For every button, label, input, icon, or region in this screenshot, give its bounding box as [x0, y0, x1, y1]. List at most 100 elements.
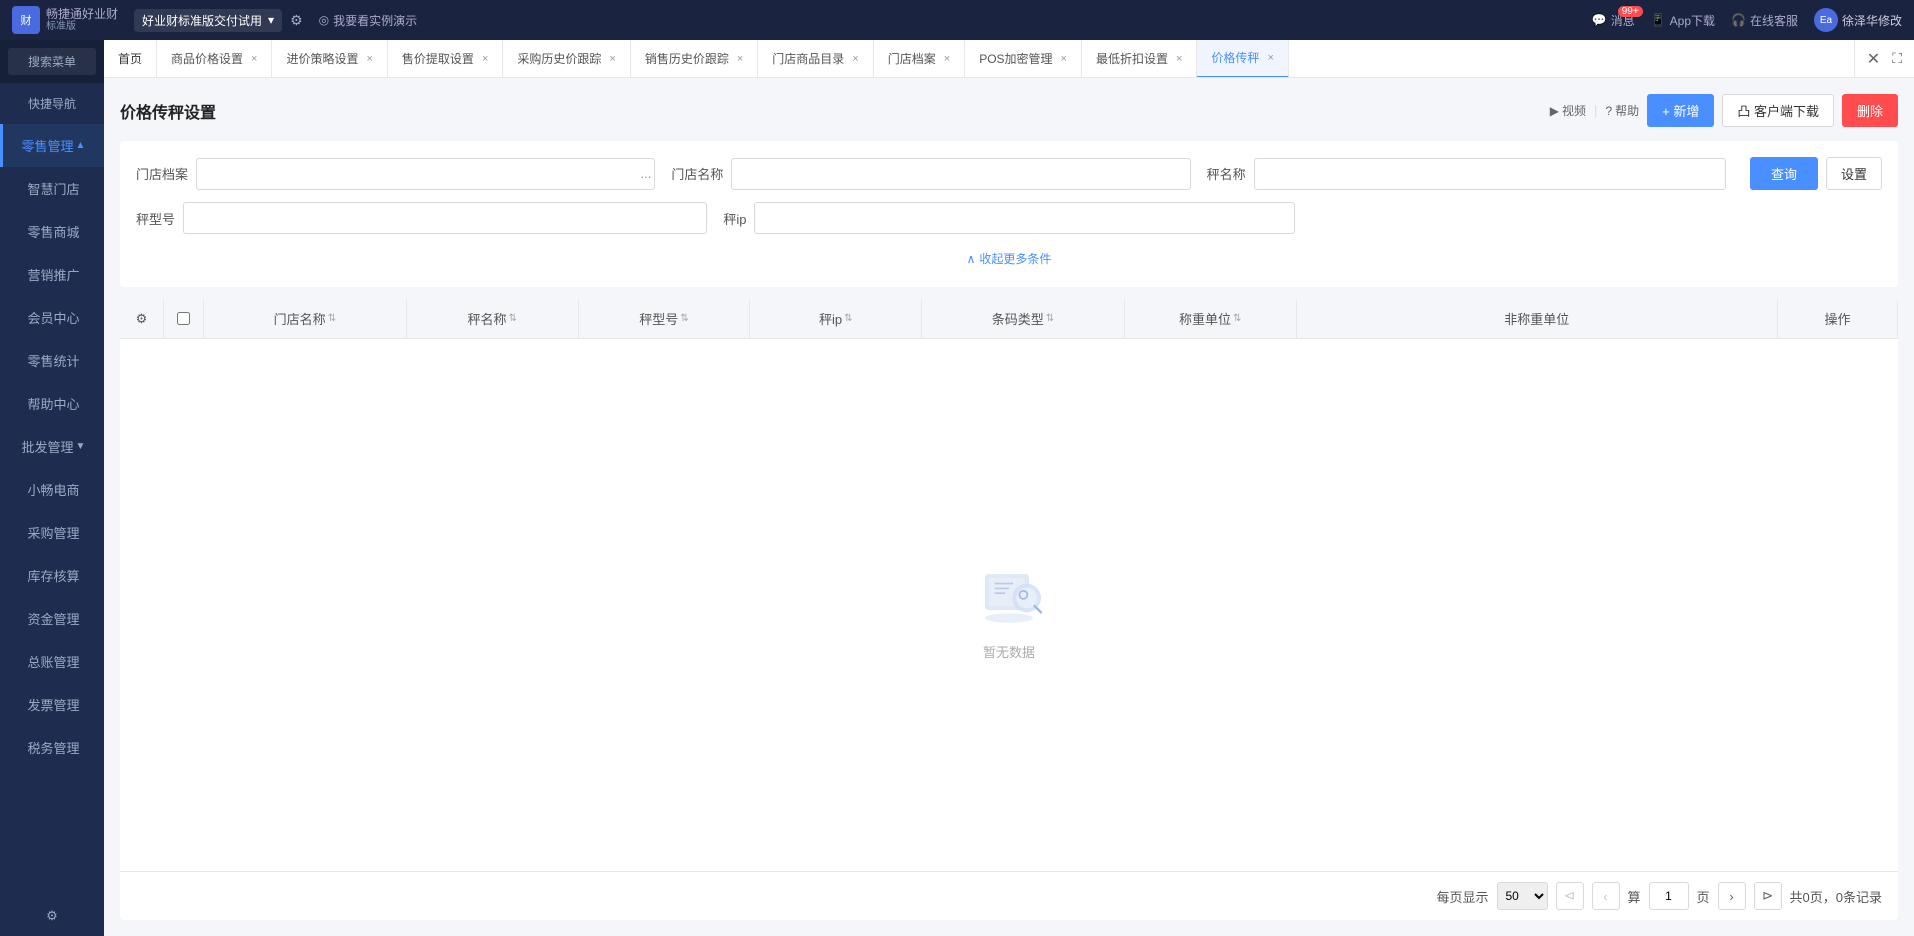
page-number-input[interactable] [1649, 882, 1689, 910]
summary-text: 共0页，0条记录 [1790, 887, 1882, 906]
content-area: 首页商品价格设置×进价策略设置×售价提取设置×采购历史价跟踪×销售历史价跟踪×门… [104, 40, 1914, 936]
sidebar-item-retail-stats[interactable]: 零售统计 [0, 339, 104, 382]
tab-sale-extract[interactable]: 售价提取设置 × [388, 40, 503, 78]
th-weight-unit[interactable]: 称重单位 ⇅ [1125, 299, 1297, 338]
delete-button[interactable]: 删除 [1842, 94, 1898, 127]
sidebar-item-help-center[interactable]: 帮助中心 [0, 382, 104, 425]
tab-close-pos-management[interactable]: × [1061, 53, 1067, 65]
settings-button[interactable]: ⚙ [290, 12, 303, 29]
maximize-button[interactable]: ⛶ [1888, 48, 1906, 69]
tab-close-commodity-price[interactable]: × [251, 53, 257, 65]
tab-min-discount[interactable]: 最低折扣设置 × [1082, 40, 1197, 78]
user-info[interactable]: Ea 徐泽华修改 [1814, 8, 1902, 32]
th-settings[interactable]: ⚙ [120, 299, 164, 338]
th-scale-ip[interactable]: 秤ip ⇅ [750, 299, 922, 338]
tab-close-store-profile[interactable]: × [944, 53, 950, 65]
version-select[interactable]: 好业财标准版交付试用 ▾ [134, 9, 282, 32]
scale-name-input[interactable] [1254, 158, 1726, 190]
sidebar-item-marketing[interactable]: 营销推广 [0, 253, 104, 296]
sidebar-item-invoice[interactable]: 发票管理 [0, 683, 104, 726]
tab-close-purchase-history[interactable]: × [609, 53, 615, 65]
last-page-button[interactable]: ⊳ [1754, 882, 1782, 910]
sidebar-item-member-center[interactable]: 会员中心 [0, 296, 104, 339]
th-checkbox[interactable] [164, 299, 204, 338]
help-link[interactable]: ? 帮助 [1605, 102, 1639, 119]
page-header: 价格传秤设置 ▶ 视频 | ? 帮助 + 新增 凸 客户端下载 删 [120, 94, 1898, 127]
tab-close-sale-extract[interactable]: × [482, 53, 488, 65]
select-all-checkbox[interactable] [177, 312, 190, 325]
th-scale-model[interactable]: 秤型号 ⇅ [579, 299, 751, 338]
tab-price-scale[interactable]: 价格传秤× [1197, 40, 1288, 78]
online-service-button[interactable]: 🎧 在线客服 [1731, 12, 1798, 29]
tab-store-profile[interactable]: 门店档案× [874, 40, 965, 78]
sidebar-item-smart-store[interactable]: 智慧门店 [0, 167, 104, 210]
sidebar-item-small-business[interactable]: 小畅电商 [0, 468, 104, 511]
demo-button[interactable]: ◎ 我要看实例演示 [319, 12, 418, 29]
tab-sale-history[interactable]: 销售历史价跟踪× [631, 40, 758, 78]
close-all-tabs-button[interactable]: ✕ [1863, 47, 1884, 71]
th-store-name[interactable]: 门店名称 ⇅ [204, 299, 407, 338]
page-label: 算 [1628, 887, 1641, 906]
tab-purchase-history[interactable]: 采购历史价跟踪× [503, 40, 630, 78]
tab-close-min-discount[interactable]: × [1176, 53, 1182, 65]
scale-ip-input[interactable] [754, 202, 1294, 234]
sidebar-nav: 零售管理▲智慧门店零售商城营销推广会员中心零售统计帮助中心批发管理▼小畅电商采购… [0, 124, 104, 769]
demo-icon: ◎ [319, 13, 329, 27]
next-page-button[interactable]: › [1718, 882, 1746, 910]
tab-close-price-scale[interactable]: × [1267, 52, 1273, 64]
scale-ip-label: 秤ip [723, 209, 746, 228]
scale-model-input[interactable] [183, 202, 707, 234]
th-ops: 操作 [1778, 299, 1898, 338]
logo-icon: 财 [12, 6, 40, 34]
video-icon: ▶ [1550, 104, 1559, 118]
tab-label-purchase-strategy: 进价策略设置 [286, 50, 358, 67]
tab-label-sale-extract: 售价提取设置 [402, 50, 474, 67]
scale-name-label: 秤名称 [1207, 164, 1246, 183]
ellipsis-icon[interactable]: ... [640, 166, 651, 181]
sidebar-item-finance[interactable]: 资金管理 [0, 597, 104, 640]
tab-store-catalog[interactable]: 门店商品目录× [758, 40, 873, 78]
th-scale-name[interactable]: 秤名称 ⇅ [407, 299, 579, 338]
message-badge: 99+ [1618, 6, 1643, 17]
collapse-button[interactable]: ∧ 收起更多条件 [136, 246, 1882, 271]
total-page-label: 页 [1697, 887, 1710, 906]
sidebar-item-retail-mall[interactable]: 零售商城 [0, 210, 104, 253]
sidebar-item-retail-management[interactable]: 零售管理▲ [0, 124, 104, 167]
sort-icon: ⇅ [844, 313, 852, 324]
tab-close-purchase-strategy[interactable]: × [366, 53, 372, 65]
tab-close-sale-history[interactable]: × [737, 53, 743, 65]
store-name-input[interactable] [731, 158, 1190, 190]
query-button[interactable]: 查询 [1750, 157, 1818, 190]
settings-query-button[interactable]: 设置 [1826, 157, 1882, 190]
sidebar-item-general-ledger[interactable]: 总账管理 [0, 640, 104, 683]
store-profile-input-wrapper: ... [196, 158, 655, 190]
th-barcode-type[interactable]: 条码类型 ⇅ [922, 299, 1125, 338]
tab-home[interactable]: 首页 [104, 40, 157, 78]
video-link[interactable]: ▶ 视频 [1550, 102, 1586, 119]
sidebar-item-inventory[interactable]: 库存核算 [0, 554, 104, 597]
tab-close-store-catalog[interactable]: × [852, 53, 858, 65]
download-client-button[interactable]: 凸 客户端下载 [1722, 94, 1834, 127]
add-button[interactable]: + 新增 [1647, 94, 1714, 127]
chevron-up-icon: ∧ [967, 252, 976, 266]
tab-label-min-discount: 最低折扣设置 [1096, 50, 1168, 67]
sort-icon: ⇅ [508, 313, 516, 324]
page-content: 价格传秤设置 ▶ 视频 | ? 帮助 + 新增 凸 客户端下载 删 [104, 78, 1914, 936]
tab-purchase-strategy[interactable]: 进价策略设置 × [272, 40, 387, 78]
store-profile-input[interactable] [196, 158, 655, 190]
sort-icon: ⇅ [328, 313, 336, 324]
prev-page-button[interactable]: ‹ [1592, 882, 1620, 910]
tab-commodity-price[interactable]: 商品价格设置× [157, 40, 272, 78]
first-page-button[interactable]: ⊲ [1556, 882, 1584, 910]
tab-pos-management[interactable]: POS加密管理× [965, 40, 1082, 78]
search-menu-button[interactable]: 搜索菜单 [8, 48, 96, 75]
tab-label-home: 首页 [118, 50, 142, 67]
sidebar-item-purchase-management[interactable]: 采购管理 [0, 511, 104, 554]
quick-nav-button[interactable]: 快捷导航 [8, 89, 96, 118]
message-button[interactable]: 💬 消息 99+ [1592, 12, 1635, 29]
app-download-button[interactable]: 📱 App下载 [1651, 12, 1715, 29]
sidebar-settings-button[interactable]: ⚙ [0, 896, 104, 936]
per-page-select[interactable]: 50 10 20 100 [1497, 882, 1548, 910]
sidebar-item-tax[interactable]: 税务管理 [0, 726, 104, 769]
sidebar-item-wholesale-management[interactable]: 批发管理▼ [0, 425, 104, 468]
